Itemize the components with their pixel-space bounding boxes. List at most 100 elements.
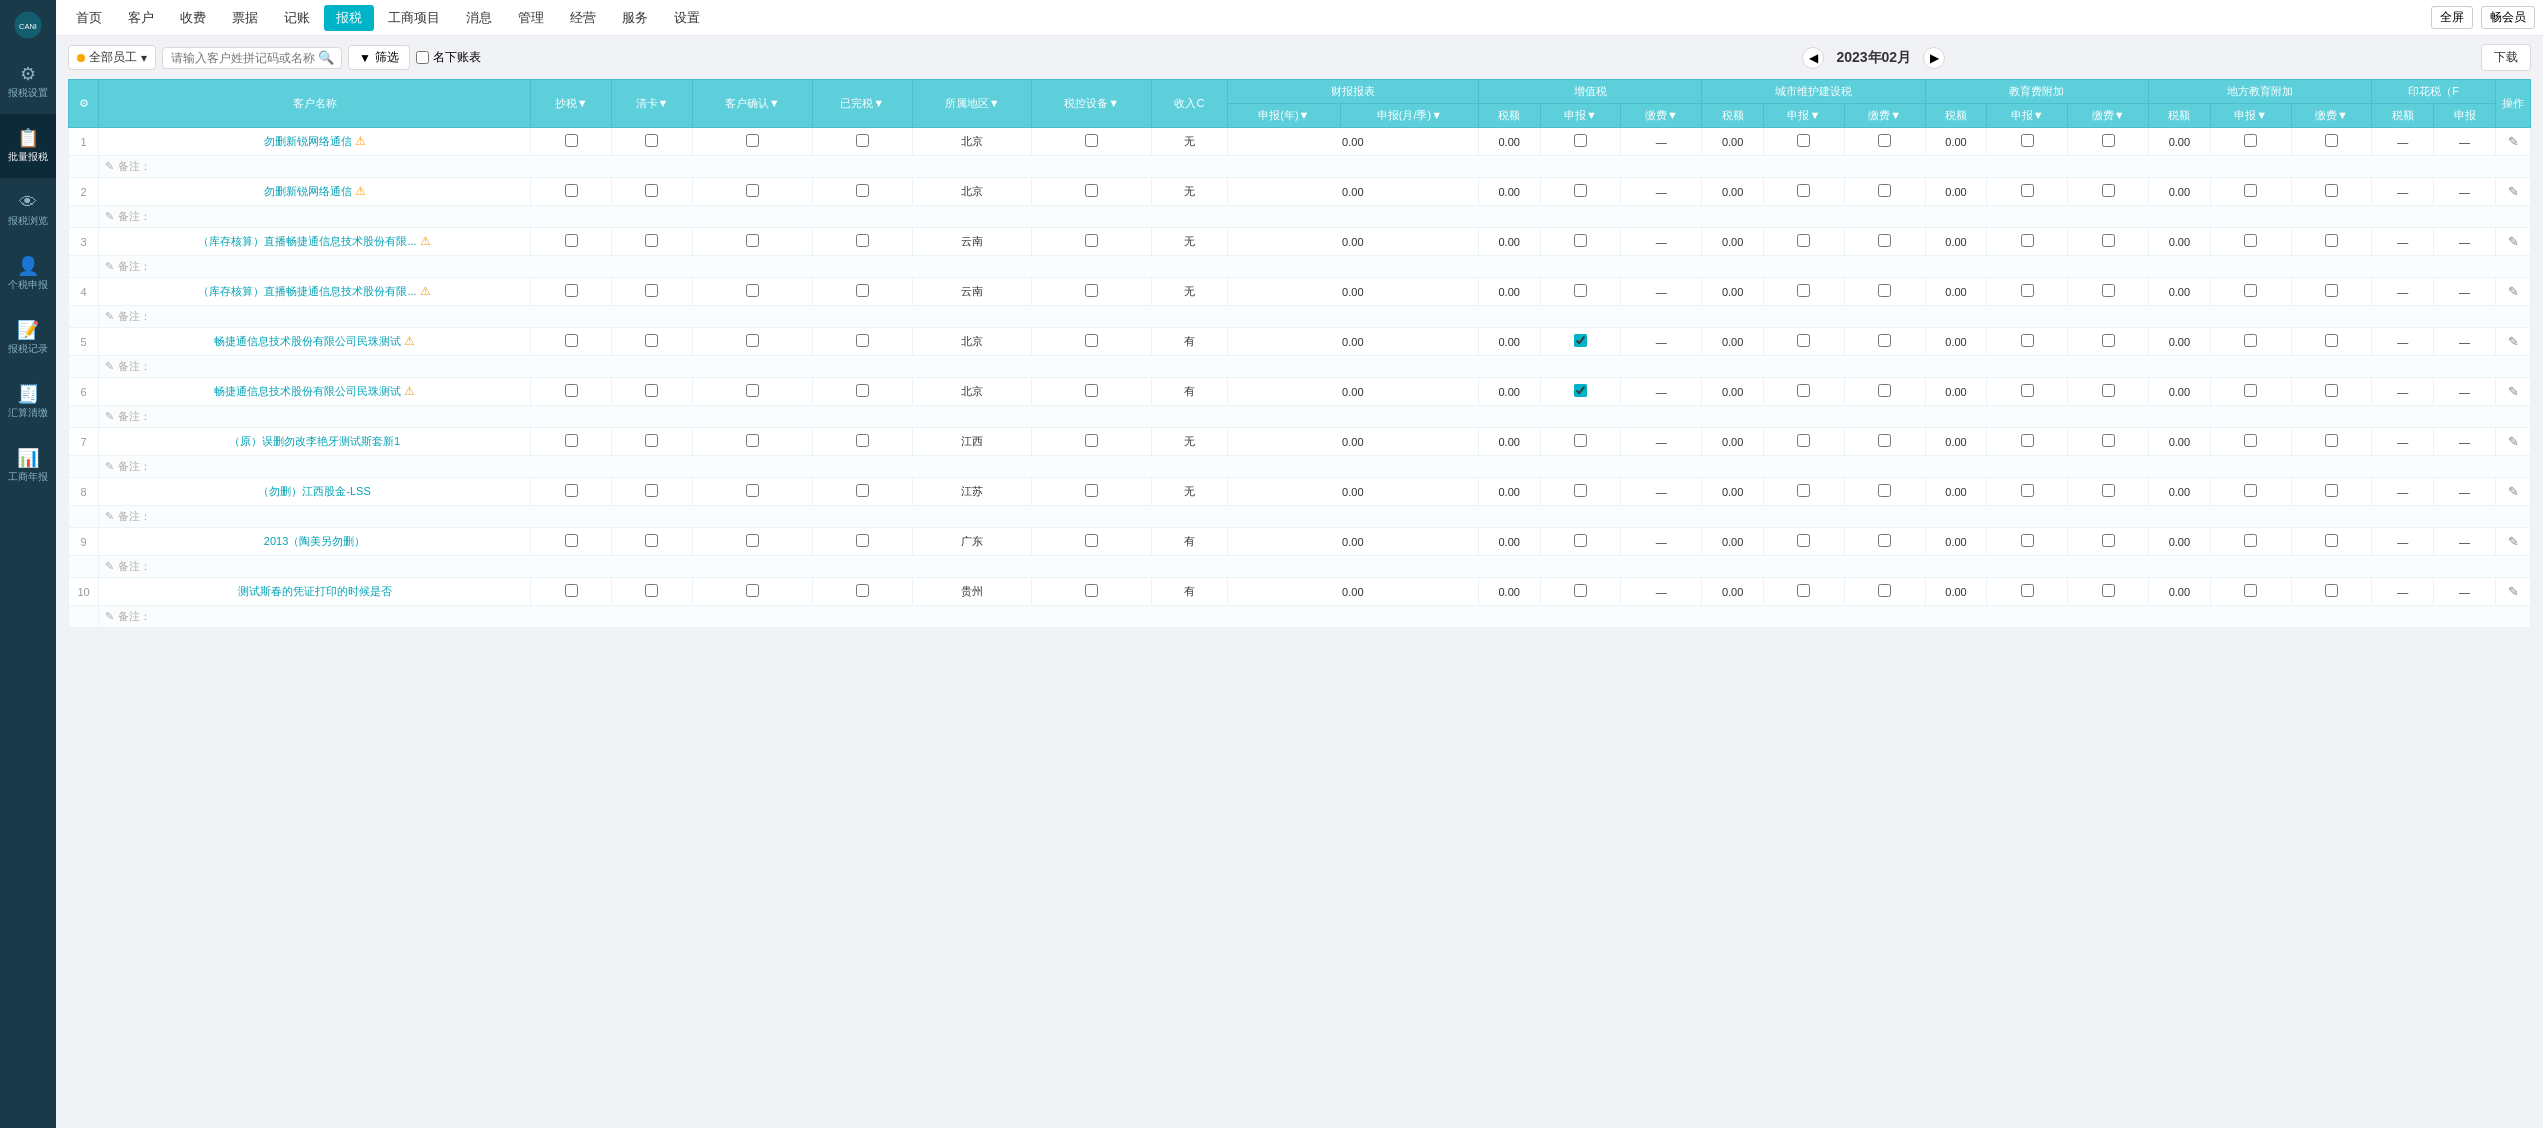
name-table-checkbox-label[interactable]: 名下账表	[416, 49, 481, 66]
edit-icon[interactable]: ✎	[2508, 284, 2519, 299]
customer-name-link[interactable]: 畅捷通信息技术股份有限公司民珠测试	[214, 335, 401, 347]
confirm-checkbox[interactable]	[746, 234, 759, 247]
edit-icon[interactable]: ✎	[2508, 534, 2519, 549]
device-checkbox[interactable]	[1085, 184, 1098, 197]
qingka-checkbox[interactable]	[645, 284, 658, 297]
jy-pay-checkbox[interactable]	[2102, 234, 2115, 247]
sidebar-item-tax-records[interactable]: 📝 报税记录	[0, 306, 56, 370]
confirm-checkbox[interactable]	[746, 134, 759, 147]
cs-pay-checkbox[interactable]	[1878, 334, 1891, 347]
device-checkbox[interactable]	[1085, 234, 1098, 247]
chaoshui-checkbox[interactable]	[565, 234, 578, 247]
search-input[interactable]	[162, 47, 342, 69]
next-month-button[interactable]: ▶	[1923, 47, 1945, 69]
qingka-checkbox[interactable]	[645, 134, 658, 147]
chaoshui-checkbox[interactable]	[565, 334, 578, 347]
df-declare-checkbox[interactable]	[2244, 384, 2257, 397]
nav-accounting[interactable]: 记账	[272, 5, 322, 31]
nav-invoice[interactable]: 票据	[220, 5, 270, 31]
customer-name-link[interactable]: 测试斯春的凭证打印的时候是否	[238, 585, 392, 597]
nav-message[interactable]: 消息	[454, 5, 504, 31]
cs-pay-checkbox[interactable]	[1878, 584, 1891, 597]
customer-name-link[interactable]: 勿删新锐网络通信	[264, 135, 352, 147]
cs-declare-checkbox[interactable]	[1797, 284, 1810, 297]
df-pay-checkbox[interactable]	[2325, 484, 2338, 497]
paid-checkbox[interactable]	[856, 134, 869, 147]
jy-pay-checkbox[interactable]	[2102, 184, 2115, 197]
customer-name-link[interactable]: （勿删）江西股金-LSS	[258, 485, 370, 497]
jy-pay-checkbox[interactable]	[2102, 384, 2115, 397]
cs-declare-checkbox[interactable]	[1797, 534, 1810, 547]
df-declare-checkbox[interactable]	[2244, 234, 2257, 247]
paid-checkbox[interactable]	[856, 584, 869, 597]
confirm-checkbox[interactable]	[746, 434, 759, 447]
qingka-checkbox[interactable]	[645, 484, 658, 497]
cs-pay-checkbox[interactable]	[1878, 534, 1891, 547]
nav-home[interactable]: 首页	[64, 5, 114, 31]
customer-name-link[interactable]: （原）误删勿改李艳牙测试斯套新1	[229, 435, 400, 447]
jy-declare-checkbox[interactable]	[2021, 434, 2034, 447]
name-table-checkbox[interactable]	[416, 51, 429, 64]
qingka-checkbox[interactable]	[645, 234, 658, 247]
edit-icon[interactable]: ✎	[2508, 334, 2519, 349]
table-container[interactable]: ⚙ 客户名称 抄税▼ 清卡▼ 客户确认▼ 已完税▼ 所属地区▼ 税控设备▼ 收入…	[56, 79, 2543, 1128]
zz-declare-checkbox[interactable]	[1574, 434, 1587, 447]
download-button[interactable]: 下载	[2481, 44, 2531, 71]
nav-operations[interactable]: 经营	[558, 5, 608, 31]
chaoshui-checkbox[interactable]	[565, 284, 578, 297]
sidebar-item-settlement[interactable]: 🧾 汇算清缴	[0, 370, 56, 434]
device-checkbox[interactable]	[1085, 484, 1098, 497]
jy-declare-checkbox[interactable]	[2021, 384, 2034, 397]
edit-icon[interactable]: ✎	[2508, 384, 2519, 399]
nav-customer[interactable]: 客户	[116, 5, 166, 31]
qingka-checkbox[interactable]	[645, 534, 658, 547]
customer-name-link[interactable]: 2013（陶美另勿删）	[264, 535, 365, 547]
confirm-checkbox[interactable]	[746, 284, 759, 297]
member-button[interactable]: 畅会员	[2481, 6, 2535, 29]
paid-checkbox[interactable]	[856, 484, 869, 497]
cs-pay-checkbox[interactable]	[1878, 184, 1891, 197]
edit-icon[interactable]: ✎	[2508, 234, 2519, 249]
jy-declare-checkbox[interactable]	[2021, 534, 2034, 547]
confirm-checkbox[interactable]	[746, 384, 759, 397]
cs-pay-checkbox[interactable]	[1878, 484, 1891, 497]
paid-checkbox[interactable]	[856, 234, 869, 247]
chaoshui-checkbox[interactable]	[565, 384, 578, 397]
edit-icon[interactable]: ✎	[2508, 434, 2519, 449]
zz-declare-checkbox[interactable]	[1574, 134, 1587, 147]
cs-declare-checkbox[interactable]	[1797, 434, 1810, 447]
df-declare-checkbox[interactable]	[2244, 534, 2257, 547]
zz-declare-checkbox[interactable]	[1574, 384, 1587, 397]
confirm-checkbox[interactable]	[746, 484, 759, 497]
df-declare-checkbox[interactable]	[2244, 134, 2257, 147]
qingka-checkbox[interactable]	[645, 434, 658, 447]
nav-manage[interactable]: 管理	[506, 5, 556, 31]
cs-declare-checkbox[interactable]	[1797, 334, 1810, 347]
zz-declare-checkbox[interactable]	[1574, 484, 1587, 497]
zz-declare-checkbox[interactable]	[1574, 284, 1587, 297]
jy-declare-checkbox[interactable]	[2021, 284, 2034, 297]
cs-declare-checkbox[interactable]	[1797, 484, 1810, 497]
paid-checkbox[interactable]	[856, 534, 869, 547]
zz-declare-checkbox[interactable]	[1574, 334, 1587, 347]
jy-declare-checkbox[interactable]	[2021, 134, 2034, 147]
zz-declare-checkbox[interactable]	[1574, 234, 1587, 247]
df-declare-checkbox[interactable]	[2244, 484, 2257, 497]
df-pay-checkbox[interactable]	[2325, 434, 2338, 447]
cs-declare-checkbox[interactable]	[1797, 384, 1810, 397]
df-declare-checkbox[interactable]	[2244, 334, 2257, 347]
jy-pay-checkbox[interactable]	[2102, 284, 2115, 297]
jy-declare-checkbox[interactable]	[2021, 234, 2034, 247]
edit-icon[interactable]: ✎	[2508, 584, 2519, 599]
device-checkbox[interactable]	[1085, 334, 1098, 347]
jy-declare-checkbox[interactable]	[2021, 584, 2034, 597]
edit-icon[interactable]: ✎	[2508, 184, 2519, 199]
customer-name-link[interactable]: （库存核算）直播畅捷通信息技术股份有限...	[198, 285, 416, 297]
qingka-checkbox[interactable]	[645, 384, 658, 397]
edit-icon[interactable]: ✎	[2508, 484, 2519, 499]
qingka-checkbox[interactable]	[645, 184, 658, 197]
chaoshui-checkbox[interactable]	[565, 534, 578, 547]
df-pay-checkbox[interactable]	[2325, 134, 2338, 147]
customer-name-link[interactable]: 畅捷通信息技术股份有限公司民珠测试	[214, 385, 401, 397]
device-checkbox[interactable]	[1085, 584, 1098, 597]
